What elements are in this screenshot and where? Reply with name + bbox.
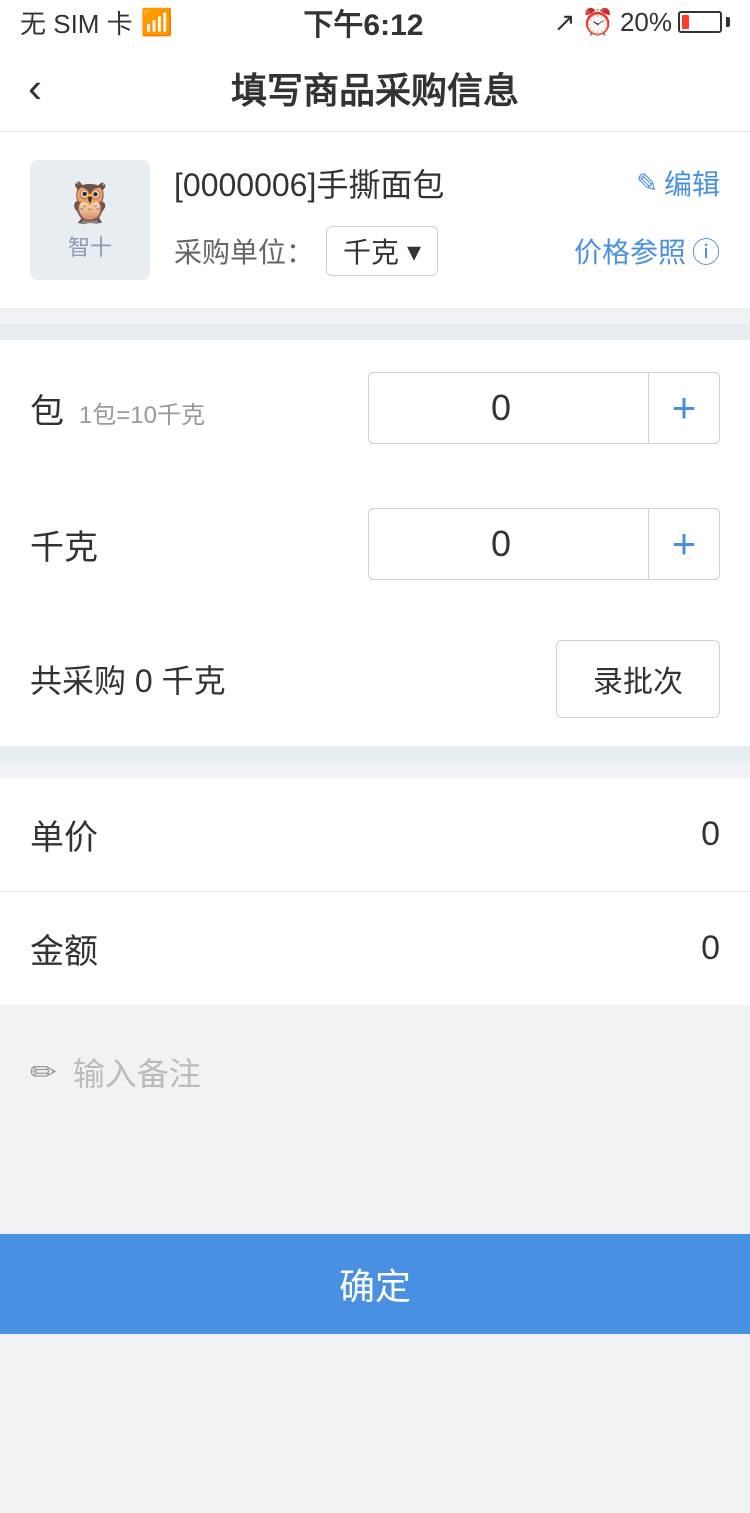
- status-time: 下午6:12: [303, 0, 423, 44]
- record-batch-button[interactable]: 录批次: [556, 640, 720, 718]
- back-button[interactable]: ‹: [28, 67, 42, 109]
- edit-label: 编辑: [664, 163, 720, 203]
- form-section-kg: 千克 +: [0, 476, 750, 612]
- wifi-icon: 📶: [141, 7, 173, 38]
- amount-value: 0: [701, 929, 720, 968]
- location-icon: ↗: [554, 7, 576, 38]
- remarks-placeholder: 输入备注: [73, 1049, 201, 1095]
- status-bar: 无 SIM 卡 📶 下午6:12 ↗ ⏰ 20%: [0, 0, 750, 44]
- confirm-button-label: 确定: [339, 1258, 411, 1310]
- pencil-icon: ✏: [30, 1053, 57, 1091]
- remarks-section[interactable]: ✏ 输入备注: [0, 1021, 750, 1123]
- kg-input-group: +: [368, 508, 720, 580]
- bag-input-group: +: [368, 372, 720, 444]
- unit-row: 采购单位： 千克 ▾: [174, 226, 438, 276]
- bag-row: 包 1包=10千克 +: [0, 340, 750, 476]
- form-section-bag: 包 1包=10千克 +: [0, 340, 750, 476]
- unit-dropdown-icon: ▾: [407, 235, 421, 268]
- nav-bar: ‹ 填写商品采购信息: [0, 44, 750, 132]
- product-logo-icon: 🦉: [65, 179, 115, 226]
- summary-text: 共采购 0 千克: [30, 656, 226, 702]
- edit-icon: ✎: [636, 168, 658, 199]
- bag-input[interactable]: [368, 372, 648, 444]
- product-logo-text: 智十: [68, 230, 112, 262]
- kg-row: 千克 +: [0, 476, 750, 612]
- summary-label: 共采购: [30, 663, 135, 699]
- summary-unit: 千克: [162, 663, 226, 699]
- alarm-icon: ⏰: [582, 7, 614, 38]
- status-left: 无 SIM 卡 📶: [20, 4, 173, 41]
- amount-label: 金额: [30, 924, 98, 973]
- amount-row: 金额 0: [0, 892, 750, 1005]
- kg-label: 千克: [30, 520, 98, 569]
- bag-label: 包: [30, 393, 64, 431]
- battery-icon: [678, 11, 730, 33]
- status-right: ↗ ⏰ 20%: [554, 7, 730, 38]
- sim-signal: 无 SIM 卡: [20, 4, 133, 41]
- product-image: 🦉 智十: [30, 160, 150, 280]
- battery-percent: 20%: [620, 7, 672, 38]
- unit-select[interactable]: 千克 ▾: [326, 226, 438, 276]
- price-ref-icon: ⓘ: [692, 231, 720, 271]
- bag-plus-button[interactable]: +: [648, 372, 720, 444]
- kg-plus-button[interactable]: +: [648, 508, 720, 580]
- unit-price-label: 单价: [30, 810, 98, 859]
- product-name: [0000006]手撕面包: [174, 160, 444, 206]
- unit-price-row: 单价 0: [0, 778, 750, 892]
- kg-input[interactable]: [368, 508, 648, 580]
- price-reference-button[interactable]: 价格参照 ⓘ: [574, 231, 720, 271]
- price-section: 单价 0 金额 0: [0, 778, 750, 1005]
- bag-label-group: 包 1包=10千克: [30, 384, 205, 433]
- unit-label: 采购单位：: [174, 231, 314, 271]
- bag-sublabel: 1包=10千克: [79, 402, 205, 429]
- unit-value: 千克: [343, 231, 399, 271]
- product-card: 🦉 智十 [0000006]手撕面包 ✎ 编辑 采购单位： 千克 ▾: [0, 132, 750, 308]
- confirm-button[interactable]: 确定: [0, 1234, 750, 1334]
- summary-amount: 0: [135, 663, 162, 699]
- product-info: [0000006]手撕面包 ✎ 编辑 采购单位： 千克 ▾ 价格参照 ⓘ: [174, 160, 720, 276]
- section-divider-1: [0, 324, 750, 340]
- page-title: 填写商品采购信息: [231, 62, 519, 114]
- edit-button[interactable]: ✎ 编辑: [636, 163, 720, 203]
- summary-row: 共采购 0 千克 录批次: [0, 612, 750, 746]
- price-ref-label: 价格参照: [574, 231, 686, 271]
- section-divider-2: [0, 746, 750, 762]
- unit-price-value: 0: [701, 815, 720, 854]
